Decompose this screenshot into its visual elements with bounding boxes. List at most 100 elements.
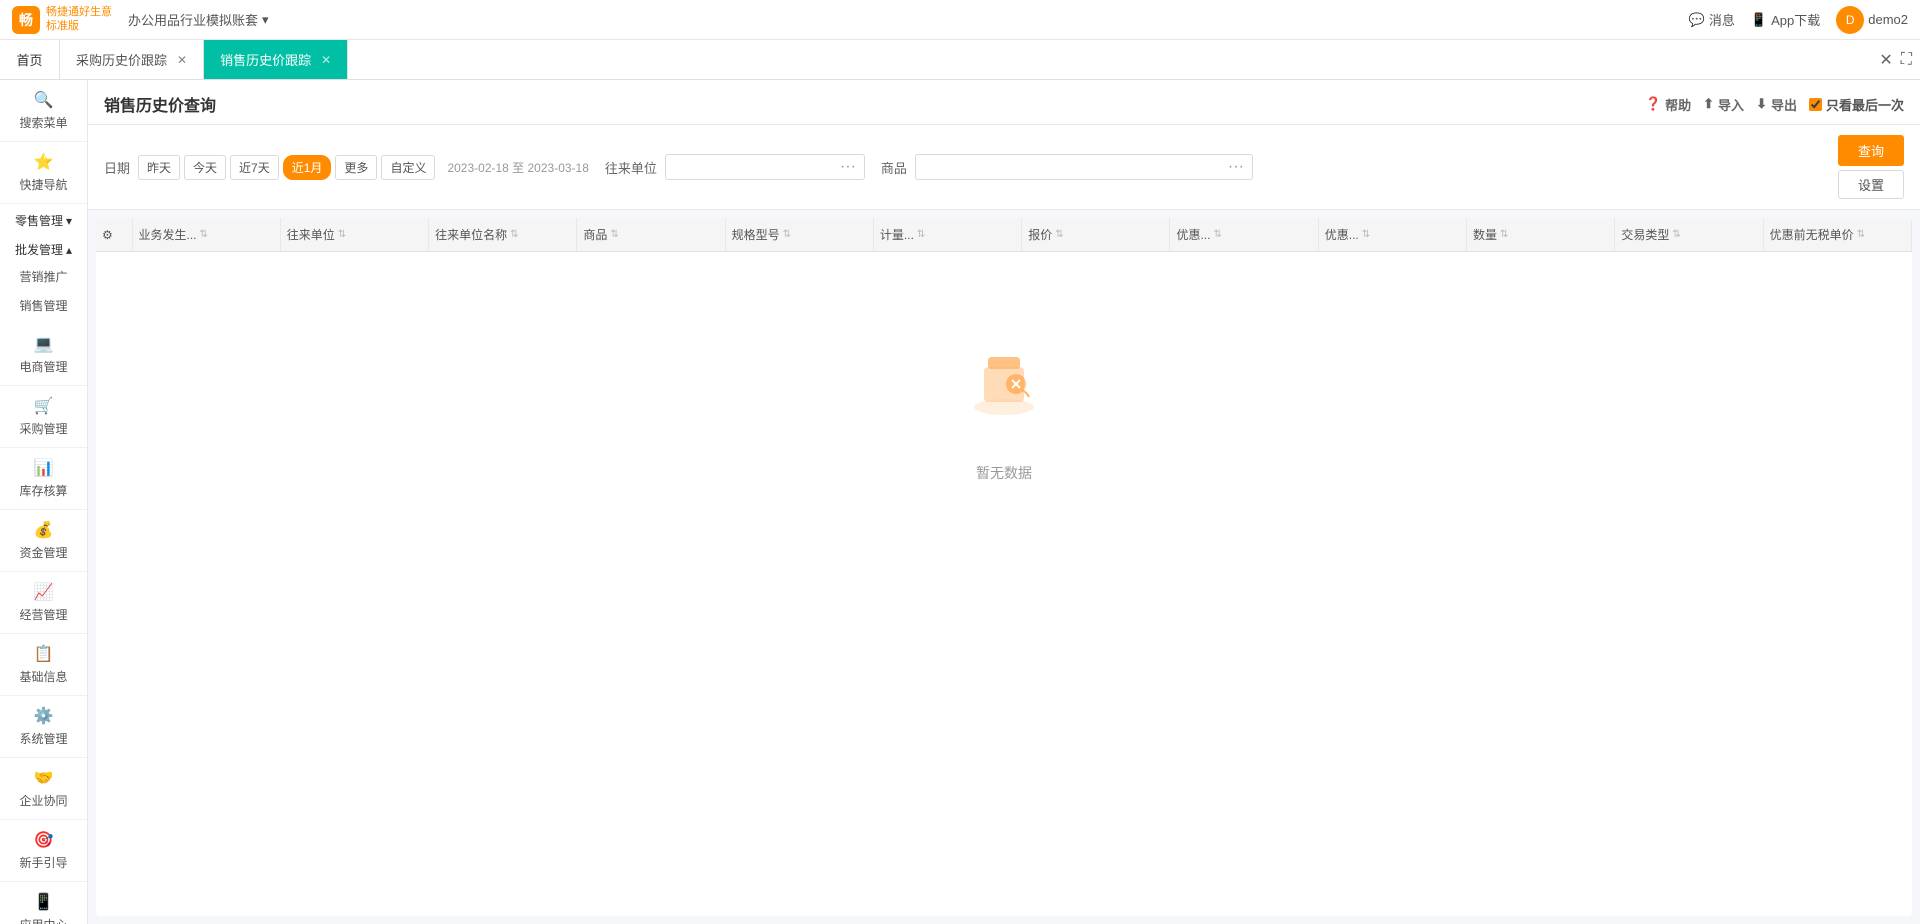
content-area: 销售历史价查询 ❓ 帮助 ⬆ 导入 ⬇ 导出: [88, 80, 1920, 924]
tab-sales[interactable]: 销售历史价跟踪 ✕: [204, 40, 348, 79]
settings-button[interactable]: 设置: [1838, 170, 1904, 199]
sidebar-item-inventory[interactable]: 📊 库存核算: [0, 448, 87, 510]
company-selector[interactable]: 办公用品行业模拟账套 ▾: [120, 6, 277, 33]
sort-icon-partner-name: ⇅: [510, 229, 518, 240]
page-title: 销售历史价查询: [104, 92, 216, 116]
tab-actions: ✕ ⛶: [1871, 40, 1920, 79]
date-btn-group: 昨天 今天 近7天 近1月 更多 自定义: [138, 155, 435, 180]
th-goods[interactable]: 商品 ⇅: [577, 218, 725, 252]
empty-state: 暂无数据: [96, 252, 1912, 563]
page-header: 销售历史价查询 ❓ 帮助 ⬆ 导入 ⬇ 导出: [88, 80, 1920, 125]
top-bar-left: 畅 畅捷通好生意 标准版 办公用品行业模拟账套 ▾: [12, 6, 277, 34]
tab-minimize-button[interactable]: ✕: [1879, 50, 1892, 70]
sidebar-item-purchase[interactable]: 🛒 采购管理: [0, 386, 87, 448]
message-nav[interactable]: 💬 消息: [1689, 10, 1735, 29]
th-unit[interactable]: 计量... ⇅: [873, 218, 1021, 252]
user-nav[interactable]: D demo2: [1836, 6, 1908, 34]
sidebar-item-basic-info[interactable]: 📋 基础信息: [0, 634, 87, 696]
query-button[interactable]: 查询: [1838, 135, 1904, 166]
sidebar-item-operations[interactable]: 📈 经营管理: [0, 572, 87, 634]
date-btn-more[interactable]: 更多: [335, 155, 377, 180]
th-trade-type[interactable]: 交易类型 ⇅: [1615, 218, 1763, 252]
sort-icon-unit: ⇅: [917, 229, 925, 240]
import-button[interactable]: ⬆ 导入: [1703, 95, 1744, 114]
sidebar-item-finance[interactable]: 💰 资金管理: [0, 510, 87, 572]
date-label: 日期: [104, 158, 130, 177]
sidebar-item-new-guide[interactable]: 🎯 新手引导: [0, 820, 87, 882]
sidebar-item-marketing[interactable]: 营销推广: [0, 262, 87, 291]
app-download-nav[interactable]: 📱 App下载: [1751, 10, 1820, 29]
help-button[interactable]: ❓ 帮助: [1645, 95, 1691, 114]
purchase-icon: 🛒: [34, 396, 54, 416]
sort-icon-discount1: ⇅: [1213, 229, 1221, 240]
sidebar-item-search[interactable]: 🔍 搜索菜单: [0, 80, 87, 142]
export-icon: ⬇: [1756, 96, 1767, 112]
partner-input-wrapper[interactable]: ···: [665, 154, 865, 180]
date-btn-today[interactable]: 今天: [184, 155, 226, 180]
tab-purchase-close[interactable]: ✕: [177, 53, 187, 67]
th-price[interactable]: 报价 ⇅: [1022, 218, 1170, 252]
star-icon: ⭐: [34, 152, 54, 172]
tab-home[interactable]: 首页: [0, 40, 60, 79]
sidebar-item-wholesale[interactable]: 批发管理 ▴: [0, 233, 87, 262]
date-btn-custom[interactable]: 自定义: [381, 155, 435, 180]
logo-area: 畅 畅捷通好生意 标准版: [12, 6, 112, 34]
only-last-checkbox[interactable]: [1809, 98, 1822, 111]
empty-icon: [954, 332, 1054, 451]
sort-icon-pretax-price: ⇅: [1857, 229, 1865, 240]
app-center-icon: 📱: [34, 892, 54, 912]
avatar: D: [1836, 6, 1864, 34]
sidebar-item-sales-mgmt[interactable]: 销售管理: [0, 291, 87, 320]
chevron-down-icon: ▾: [262, 12, 269, 28]
table-header-row: ⚙ 业务发生... ⇅ 往来单位 ⇅: [96, 218, 1912, 252]
goods-input-wrapper[interactable]: ···: [915, 154, 1253, 180]
goods-dots-icon[interactable]: ···: [1228, 158, 1244, 176]
th-partner-name[interactable]: 往来单位名称 ⇅: [429, 218, 577, 252]
th-discount2[interactable]: 优惠... ⇅: [1318, 218, 1466, 252]
th-biz-date[interactable]: 业务发生... ⇅: [132, 218, 280, 252]
empty-illustration: [954, 332, 1054, 432]
only-last-checkbox-group: 只看最后一次: [1809, 95, 1904, 114]
table-settings-icon[interactable]: ⚙: [102, 228, 113, 242]
sidebar-item-enterprise[interactable]: 🤝 企业协同: [0, 758, 87, 820]
basic-info-icon: 📋: [34, 644, 54, 664]
import-icon: ⬆: [1703, 96, 1714, 112]
th-discount1[interactable]: 优惠... ⇅: [1170, 218, 1318, 252]
sort-icon-price: ⇅: [1055, 229, 1063, 240]
query-actions: 查询 设置: [1838, 135, 1904, 199]
chevron-down-icon: ▾: [66, 214, 72, 228]
sort-icon-partner-code: ⇅: [338, 229, 346, 240]
sidebar-item-quick-nav[interactable]: ⭐ 快捷导航: [0, 142, 87, 204]
partner-dots-icon[interactable]: ···: [840, 158, 856, 176]
sidebar: 🔍 搜索菜单 ⭐ 快捷导航 零售管理 ▾ 批发管理 ▴ 营销推广 销售管理 💻 …: [0, 80, 88, 924]
message-icon: 💬: [1689, 12, 1705, 28]
data-table: ⚙ 业务发生... ⇅ 往来单位 ⇅: [96, 218, 1912, 252]
th-pretax-price[interactable]: 优惠前无税单价 ⇅: [1763, 218, 1911, 252]
date-btn-1month[interactable]: 近1月: [283, 155, 332, 180]
inventory-icon: 📊: [34, 458, 54, 478]
sidebar-item-ecommerce[interactable]: 💻 电商管理: [0, 324, 87, 386]
th-spec[interactable]: 规格型号 ⇅: [725, 218, 873, 252]
sidebar-item-retail[interactable]: 零售管理 ▾: [0, 204, 87, 233]
tab-bar: 首页 采购历史价跟踪 ✕ 销售历史价跟踪 ✕ ✕ ⛶: [0, 40, 1920, 80]
sort-icon-biz-date: ⇅: [200, 229, 208, 240]
operations-icon: 📈: [34, 582, 54, 602]
finance-icon: 💰: [34, 520, 54, 540]
partner-input[interactable]: [674, 160, 836, 175]
tab-sales-close[interactable]: ✕: [321, 53, 331, 67]
sort-icon-trade-type: ⇅: [1672, 229, 1680, 240]
sidebar-item-system[interactable]: ⚙️ 系统管理: [0, 696, 87, 758]
goods-input[interactable]: [924, 160, 1224, 175]
th-qty[interactable]: 数量 ⇅: [1467, 218, 1615, 252]
filter-bar: 日期 昨天 今天 近7天 近1月 更多 自定义 2023-02-18 至 202…: [88, 125, 1920, 210]
main-layout: 🔍 搜索菜单 ⭐ 快捷导航 零售管理 ▾ 批发管理 ▴ 营销推广 销售管理 💻 …: [0, 80, 1920, 924]
th-settings[interactable]: ⚙: [96, 218, 132, 252]
logo-text: 畅捷通好生意 标准版: [46, 6, 112, 32]
export-button[interactable]: ⬇ 导出: [1756, 95, 1797, 114]
tab-maximize-button[interactable]: ⛶: [1901, 51, 1912, 69]
th-partner-code[interactable]: 往来单位 ⇅: [280, 218, 428, 252]
tab-purchase[interactable]: 采购历史价跟踪 ✕: [60, 40, 204, 79]
sidebar-item-app-center[interactable]: 📱 应用中心: [0, 882, 87, 924]
date-btn-7days[interactable]: 近7天: [230, 155, 279, 180]
date-btn-yesterday[interactable]: 昨天: [138, 155, 180, 180]
